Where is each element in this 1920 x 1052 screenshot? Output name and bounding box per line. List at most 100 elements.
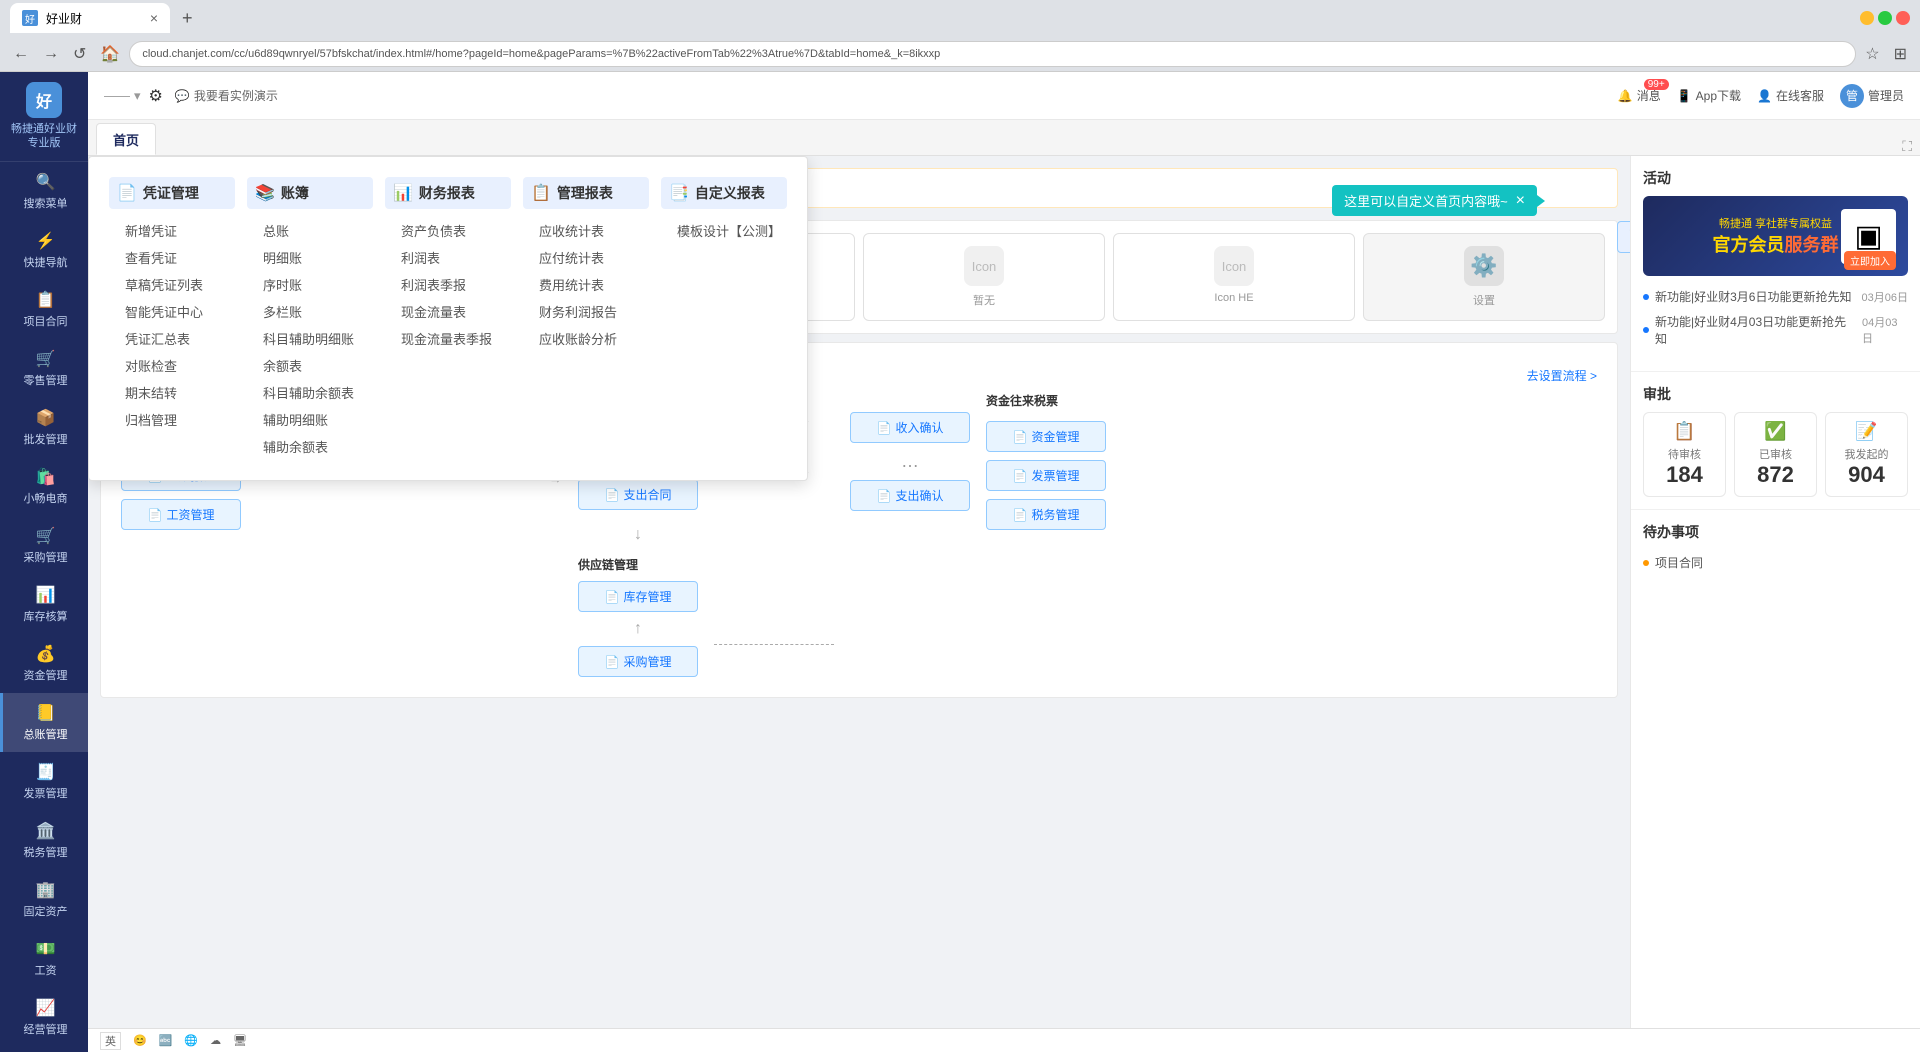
menu-balance[interactable]: 余额表 bbox=[255, 352, 373, 379]
sidebar-item-shortcut[interactable]: ⚡ 快捷导航 bbox=[0, 221, 88, 280]
menu-draft-voucher[interactable]: 草稿凭证列表 bbox=[117, 271, 235, 298]
menu-finance-profit[interactable]: 财务利润报告 bbox=[531, 298, 649, 325]
extension-button[interactable]: ⊞ bbox=[1889, 42, 1912, 66]
finance-icon: 💰 bbox=[36, 644, 56, 664]
sidebar-item-assets[interactable]: 🏢 固定资产 bbox=[0, 870, 88, 929]
demo-button[interactable]: 💬 我要看实例演示 bbox=[175, 87, 278, 104]
company-dropdown-icon: ▾ bbox=[134, 88, 141, 104]
sidebar-item-salary[interactable]: 💵 工资 bbox=[0, 929, 88, 988]
finance-report-items: 资产负债表 利润表 利润表季报 现金流量表 现金流量表季报 bbox=[385, 217, 511, 352]
sidebar-item-finance[interactable]: 💰 资金管理 bbox=[0, 634, 88, 693]
menu-income-statement[interactable]: 利润表 bbox=[393, 244, 511, 271]
wholesale-icon: 📦 bbox=[36, 408, 56, 428]
sidebar-label-finance: 资金管理 bbox=[24, 667, 68, 683]
browser-tab[interactable]: 好 好业财 × bbox=[10, 3, 170, 33]
menu-detail-ledger[interactable]: 明细账 bbox=[255, 244, 373, 271]
top-bar: —— ▾ ⚙ 💬 我要看实例演示 🔔 消息 99+ 📱 App下载 bbox=[88, 72, 1920, 120]
menu-subject-detail[interactable]: 科目辅助明细账 bbox=[255, 325, 373, 352]
sidebar-label-invoice: 发票管理 bbox=[24, 785, 68, 801]
sidebar-item-inventory[interactable]: 📊 库存核算 bbox=[0, 575, 88, 634]
menu-general-ledger[interactable]: 总账 bbox=[255, 217, 373, 244]
category-finance-report-title: 📊 财务报表 bbox=[385, 177, 511, 209]
dropdown-menu: 📄 凭证管理 新增凭证 查看凭证 草稿凭证列表 智能凭证中心 凭证汇总表 对账检… bbox=[88, 156, 808, 481]
sidebar-item-project[interactable]: 📋 项目合同 bbox=[0, 280, 88, 339]
sidebar-item-wholesale[interactable]: 📦 批发管理 bbox=[0, 398, 88, 457]
settings-gear-icon[interactable]: ⚙ bbox=[149, 86, 163, 106]
menu-income-quarterly[interactable]: 利润表季报 bbox=[393, 271, 511, 298]
window-minimize-button[interactable] bbox=[1860, 11, 1874, 25]
company-selector[interactable]: —— ▾ ⚙ bbox=[104, 86, 163, 106]
sidebar-item-purchase[interactable]: 🛒 采购管理 bbox=[0, 516, 88, 575]
menu-balance-sheet[interactable]: 资产负债表 bbox=[393, 217, 511, 244]
status-bar-lang[interactable]: 英 bbox=[100, 1032, 121, 1050]
tab-home[interactable]: 首页 bbox=[96, 123, 156, 155]
user-name-text: 管理员 bbox=[1868, 87, 1904, 104]
sidebar-item-marketing[interactable]: 💸 小畅报销 bbox=[0, 1047, 88, 1052]
sidebar-item-retail[interactable]: 🛒 零售管理 bbox=[0, 339, 88, 398]
salary-icon: 💵 bbox=[36, 939, 56, 959]
back-button[interactable]: ← bbox=[8, 43, 34, 65]
menu-new-voucher[interactable]: 新增凭证 bbox=[117, 217, 235, 244]
status-bar-icon-3: 🌐 bbox=[184, 1034, 198, 1047]
menu-template-design[interactable]: 模板设计【公测】 bbox=[669, 217, 787, 244]
menu-subject-balance[interactable]: 科目辅助余额表 bbox=[255, 379, 373, 406]
menu-receivable-aging[interactable]: 应收账龄分析 bbox=[531, 325, 649, 352]
category-manage-report: 📋 管理报表 应收统计表 应付统计表 费用统计表 财务利润报告 应收账龄分析 bbox=[523, 177, 649, 460]
sidebar-item-tax[interactable]: 🏛️ 税务管理 bbox=[0, 811, 88, 870]
sidebar-label-shortcut: 快捷导航 bbox=[24, 254, 68, 270]
window-close-button[interactable] bbox=[1896, 11, 1910, 25]
sidebar-item-ecommerce[interactable]: 🛍️ 小畅电商 bbox=[0, 457, 88, 516]
customize-tooltip: 这里可以自定义首页内容哦~ × bbox=[1332, 185, 1537, 216]
tab-right-icons: ⛶ bbox=[1902, 138, 1912, 155]
company-name-text: —— bbox=[104, 88, 130, 103]
category-ledger-title: 📚 账簿 bbox=[247, 177, 373, 209]
home-button[interactable]: 🏠 bbox=[95, 42, 125, 66]
tooltip-close-button[interactable]: × bbox=[1516, 192, 1525, 210]
menu-receivable-stats[interactable]: 应收统计表 bbox=[531, 217, 649, 244]
sidebar-label-accounting: 总账管理 bbox=[24, 726, 68, 742]
menu-expense-stats[interactable]: 费用统计表 bbox=[531, 271, 649, 298]
bookmark-button[interactable]: ☆ bbox=[1860, 42, 1884, 66]
reload-button[interactable]: ↺ bbox=[68, 42, 91, 66]
download-button[interactable]: 📱 App下载 bbox=[1677, 87, 1741, 104]
menu-reconciliation[interactable]: 对账检查 bbox=[117, 352, 235, 379]
user-menu-button[interactable]: 管 管理员 bbox=[1840, 84, 1904, 108]
notification-badge: 99+ bbox=[1644, 79, 1669, 90]
menu-voucher-summary[interactable]: 凭证汇总表 bbox=[117, 325, 235, 352]
menu-smart-voucher[interactable]: 智能凭证中心 bbox=[117, 298, 235, 325]
sidebar-item-accounting[interactable]: 📒 总账管理 bbox=[0, 693, 88, 752]
sidebar-item-operation[interactable]: 📈 经营管理 bbox=[0, 988, 88, 1047]
menu-aux-detail[interactable]: 辅助明细账 bbox=[255, 406, 373, 433]
address-bar[interactable]: cloud.chanjet.com/cc/u6d89qwnryel/57bfsk… bbox=[129, 41, 1856, 67]
menu-archive[interactable]: 归档管理 bbox=[117, 406, 235, 433]
tab-expand-icon[interactable]: ⛶ bbox=[1902, 138, 1912, 155]
menu-period-end[interactable]: 期末结转 bbox=[117, 379, 235, 406]
tab-close-button[interactable]: × bbox=[150, 10, 158, 26]
sidebar-item-search[interactable]: 🔍 搜索菜单 bbox=[0, 162, 88, 221]
menu-view-voucher[interactable]: 查看凭证 bbox=[117, 244, 235, 271]
menu-chronological[interactable]: 序时账 bbox=[255, 271, 373, 298]
download-label: App下载 bbox=[1696, 87, 1741, 104]
menu-multi-column[interactable]: 多栏账 bbox=[255, 298, 373, 325]
menu-payable-stats[interactable]: 应付统计表 bbox=[531, 244, 649, 271]
menu-cashflow[interactable]: 现金流量表 bbox=[393, 298, 511, 325]
browser-nav-bar: ← → ↺ 🏠 cloud.chanjet.com/cc/u6d89qwnrye… bbox=[0, 36, 1920, 72]
new-tab-button[interactable]: + bbox=[178, 8, 197, 29]
forward-button[interactable]: → bbox=[38, 43, 64, 65]
status-bar: 英 😊 🔤 🌐 ☁ 🖥 bbox=[88, 1028, 1920, 1052]
sidebar-item-invoice[interactable]: 🧾 发票管理 bbox=[0, 752, 88, 811]
sidebar-label-ecommerce: 小畅电商 bbox=[24, 490, 68, 506]
menu-cashflow-quarterly[interactable]: 现金流量表季报 bbox=[393, 325, 511, 352]
assets-icon: 🏢 bbox=[36, 880, 56, 900]
notifications-button[interactable]: 🔔 消息 99+ bbox=[1618, 87, 1661, 104]
service-button[interactable]: 👤 在线客服 bbox=[1757, 87, 1824, 104]
finance-report-cat-icon: 📊 bbox=[393, 183, 413, 203]
menu-aux-balance[interactable]: 辅助余额表 bbox=[255, 433, 373, 460]
window-maximize-button[interactable] bbox=[1878, 11, 1892, 25]
sidebar-label-inventory: 库存核算 bbox=[24, 608, 68, 624]
sidebar: 好 畅捷通好业财 专业版 🔍 搜索菜单 ⚡ 快捷导航 📋 项目合同 🛒 零售管理… bbox=[0, 72, 88, 1052]
finance-report-title-text: 财务报表 bbox=[419, 183, 475, 203]
tooltip-arrow bbox=[1537, 195, 1545, 207]
service-label: 在线客服 bbox=[1776, 87, 1824, 104]
user-avatar: 管 bbox=[1840, 84, 1864, 108]
